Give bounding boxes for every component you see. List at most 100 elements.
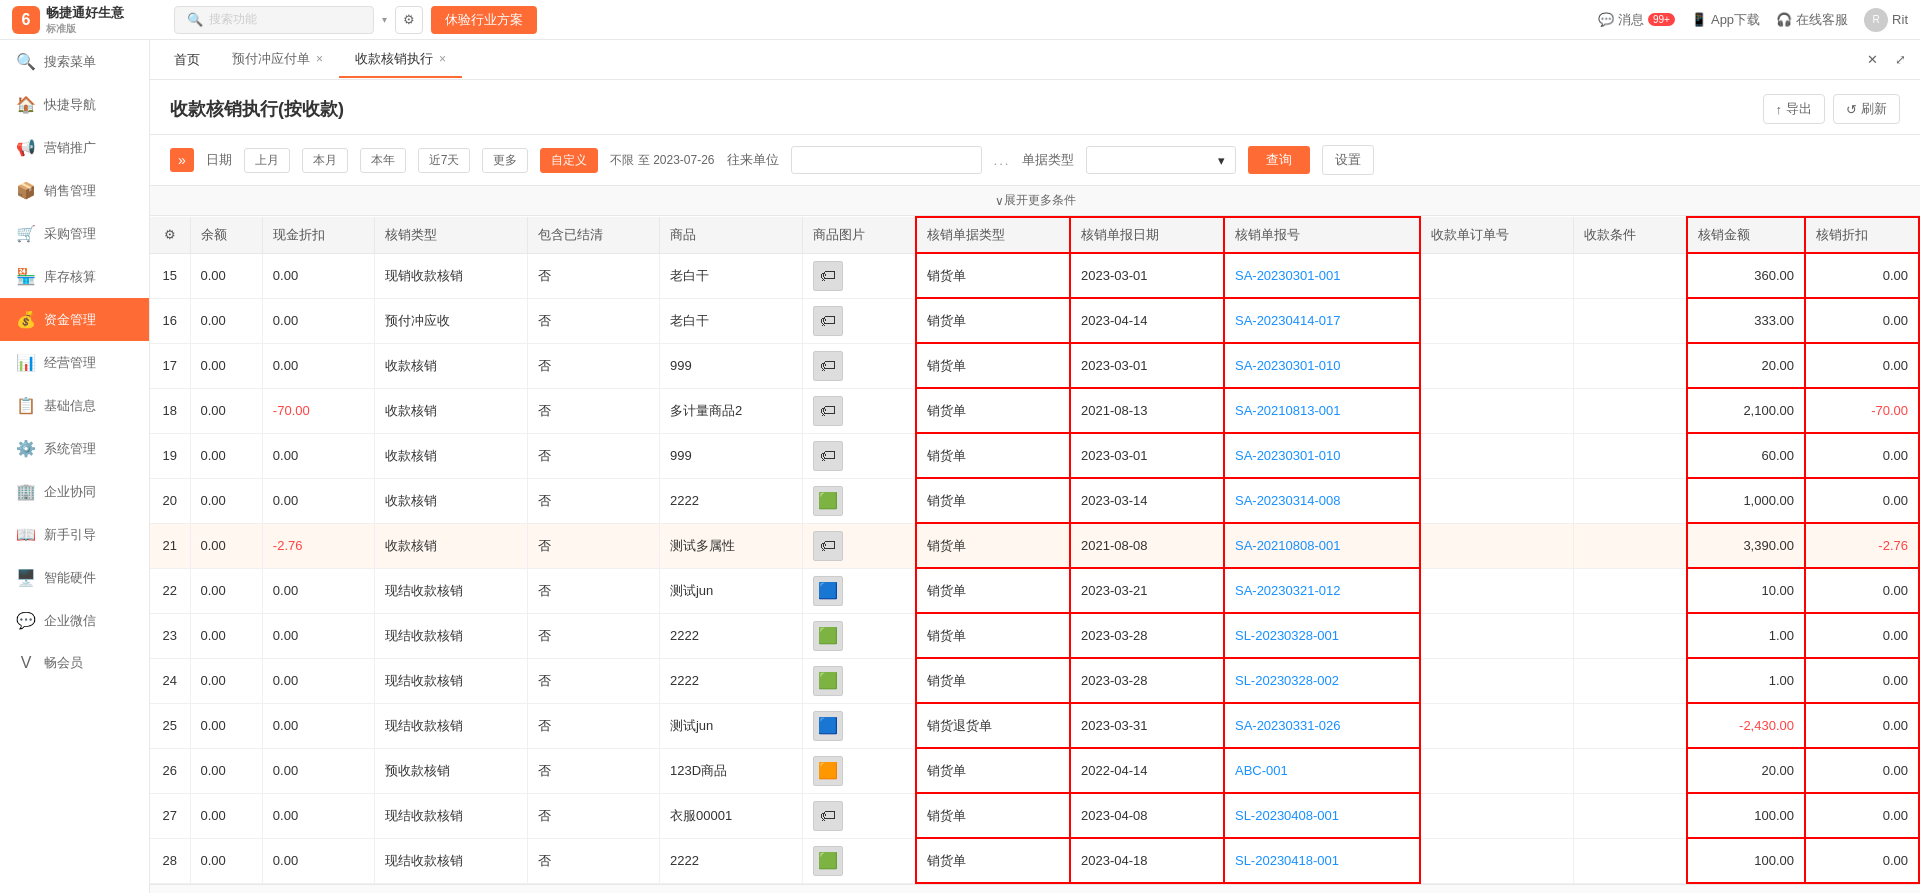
sidebar-item-label: 营销推广 [44, 139, 96, 157]
cell-receipt-condition [1573, 253, 1686, 298]
verify-bill-no-link[interactable]: SA-20230314-008 [1235, 493, 1341, 508]
verify-bill-no-link[interactable]: SA-20230321-012 [1235, 583, 1341, 598]
tab-home[interactable]: 首页 [158, 43, 216, 77]
col-balance: 余额 [190, 217, 262, 253]
filter-expand-btn[interactable]: » [170, 148, 194, 172]
settings-icon-btn[interactable]: ⚙ [395, 6, 423, 34]
message-btn[interactable]: 💬 消息 99+ [1598, 11, 1675, 29]
sidebar-item-shortcut[interactable]: 🏠 快捷导航 [0, 83, 149, 126]
cell-include-settled: 否 [527, 793, 659, 838]
tab-close-all-btn[interactable]: ✕ [1860, 48, 1884, 72]
cell-receipt-condition [1573, 478, 1686, 523]
cell-verify-bill-date: 2023-03-14 [1070, 478, 1224, 523]
verify-bill-no-link[interactable]: SA-20230331-026 [1235, 718, 1341, 733]
col-receipt-condition: 收款条件 [1573, 217, 1686, 253]
cell-include-settled: 否 [527, 433, 659, 478]
table-settings-btn[interactable]: 设置 [1322, 145, 1374, 175]
search-box[interactable]: 🔍 搜索功能 [174, 6, 374, 34]
sidebar-item-member[interactable]: V 畅会员 [0, 642, 149, 684]
sidebar-item-marketing[interactable]: 📢 营销推广 [0, 126, 149, 169]
app-download-btn[interactable]: 📱 App下载 [1691, 11, 1760, 29]
tab-prepay-label: 预付冲应付单 [232, 50, 310, 68]
sidebar-item-label: 采购管理 [44, 225, 96, 243]
verify-bill-no-link[interactable]: SA-20230301-010 [1235, 358, 1341, 373]
verify-bill-no-link[interactable]: SA-20230301-010 [1235, 448, 1341, 463]
verify-bill-no-link[interactable]: SL-20230328-002 [1235, 673, 1339, 688]
verify-bill-no-link[interactable]: SA-20230301-001 [1235, 268, 1341, 283]
sidebar-item-operation[interactable]: 📊 经营管理 [0, 341, 149, 384]
cell-cash-discount: 0.00 [262, 478, 374, 523]
sidebar-item-purchase[interactable]: 🛒 采购管理 [0, 212, 149, 255]
sidebar-item-label: 搜索菜单 [44, 53, 96, 71]
online-service-btn[interactable]: 🎧 在线客服 [1776, 11, 1848, 29]
cell-receipt-order-no [1420, 388, 1573, 433]
expand-more-bar[interactable]: ∨ 展开更多条件 [150, 186, 1920, 216]
this-month-btn[interactable]: 本月 [302, 148, 348, 173]
message-label: 消息 [1618, 11, 1644, 29]
tab-prepay[interactable]: 预付冲应付单 × [216, 42, 339, 78]
this-year-btn[interactable]: 本年 [360, 148, 406, 173]
industry-btn[interactable]: 休验行业方案 [431, 6, 537, 34]
table-row: 150.000.00现销收款核销否老白干🏷销货单2023-03-01SA-202… [150, 253, 1919, 298]
sidebar-item-hardware[interactable]: 🖥️ 智能硬件 [0, 556, 149, 599]
table-row: 180.00-70.00收款核销否多计量商品2🏷销货单2021-08-13SA-… [150, 388, 1919, 433]
sidebar-item-finance[interactable]: 💰 资金管理 [0, 298, 149, 341]
custom-btn[interactable]: 自定义 [540, 148, 598, 173]
bill-type-label: 单据类型 [1022, 151, 1074, 169]
cell-verify-type: 预收款核销 [375, 748, 527, 793]
cell-receipt-condition [1573, 568, 1686, 613]
verify-bill-no-link[interactable]: SA-20230414-017 [1235, 313, 1341, 328]
verify-bill-no-link[interactable]: SL-20230408-001 [1235, 808, 1339, 823]
query-btn[interactable]: 查询 [1248, 146, 1310, 174]
from-unit-input[interactable] [791, 146, 982, 174]
cell-verify-bill-no: SA-20230414-017 [1224, 298, 1420, 343]
sidebar-item-wechat[interactable]: 💬 企业微信 [0, 599, 149, 642]
cell-verify-bill-no: SA-20210813-001 [1224, 388, 1420, 433]
sidebar-item-system[interactable]: ⚙️ 系统管理 [0, 427, 149, 470]
cell-verify-type: 现结收款核销 [375, 658, 527, 703]
dropdown-arrow-icon[interactable]: ▾ [382, 14, 387, 25]
verify-bill-no-link[interactable]: SA-20210808-001 [1235, 538, 1341, 553]
sidebar-item-search[interactable]: 🔍 搜索菜单 [0, 40, 149, 83]
last7-btn[interactable]: 近7天 [418, 148, 471, 173]
more-btn[interactable]: 更多 [482, 148, 528, 173]
cell-verify-bill-type: 销货单 [916, 388, 1070, 433]
sidebar-item-guide[interactable]: 📖 新手引导 [0, 513, 149, 556]
cell-verify-amount: 1.00 [1687, 658, 1805, 703]
cell-verify-bill-date: 2022-04-14 [1070, 748, 1224, 793]
cell-verify-bill-type: 销货单 [916, 838, 1070, 883]
table-row: 250.000.00现结收款核销否测试jun🟦销货退货单2023-03-31SA… [150, 703, 1919, 748]
sidebar-item-basic[interactable]: 📋 基础信息 [0, 384, 149, 427]
cell-verify-amount: 3,390.00 [1687, 523, 1805, 568]
cell-verify-bill-type: 销货单 [916, 568, 1070, 613]
cell-verify-bill-date: 2023-03-28 [1070, 658, 1224, 703]
sidebar-item-corp[interactable]: 🏢 企业协同 [0, 470, 149, 513]
tab-verify[interactable]: 收款核销执行 × [339, 42, 462, 78]
user-menu[interactable]: R Rit [1864, 8, 1908, 32]
tab-expand-btn[interactable]: ⤢ [1888, 48, 1912, 72]
last-month-btn[interactable]: 上月 [244, 148, 290, 173]
cell-verify-bill-no: SA-20230331-026 [1224, 703, 1420, 748]
verify-bill-no-link[interactable]: SA-20210813-001 [1235, 403, 1341, 418]
sidebar-item-label: 智能硬件 [44, 569, 96, 587]
purchase-icon: 🛒 [16, 224, 36, 243]
sidebar-item-inventory[interactable]: 🏪 库存核算 [0, 255, 149, 298]
col-gear[interactable]: ⚙ [150, 217, 190, 253]
row-number: 18 [150, 388, 190, 433]
verify-bill-no-link[interactable]: SL-20230328-001 [1235, 628, 1339, 643]
cell-cash-discount: 0.00 [262, 253, 374, 298]
verify-bill-no-link[interactable]: SL-20230418-001 [1235, 853, 1339, 868]
refresh-btn[interactable]: ↺ 刷新 [1833, 94, 1900, 124]
tab-verify-close[interactable]: × [439, 52, 446, 66]
tab-prepay-close[interactable]: × [316, 52, 323, 66]
cell-verify-bill-type: 销货单 [916, 478, 1070, 523]
sidebar-item-sales[interactable]: 📦 销售管理 [0, 169, 149, 212]
cell-receipt-condition [1573, 658, 1686, 703]
cell-balance: 0.00 [190, 478, 262, 523]
bill-type-select[interactable]: ▾ [1086, 146, 1236, 174]
table-row: 220.000.00现结收款核销否测试jun🟦销货单2023-03-21SA-2… [150, 568, 1919, 613]
row-number: 21 [150, 523, 190, 568]
verify-bill-no-link[interactable]: ABC-001 [1235, 763, 1288, 778]
cell-verify-bill-date: 2023-03-01 [1070, 343, 1224, 388]
export-btn[interactable]: ↑ 导出 [1763, 94, 1826, 124]
